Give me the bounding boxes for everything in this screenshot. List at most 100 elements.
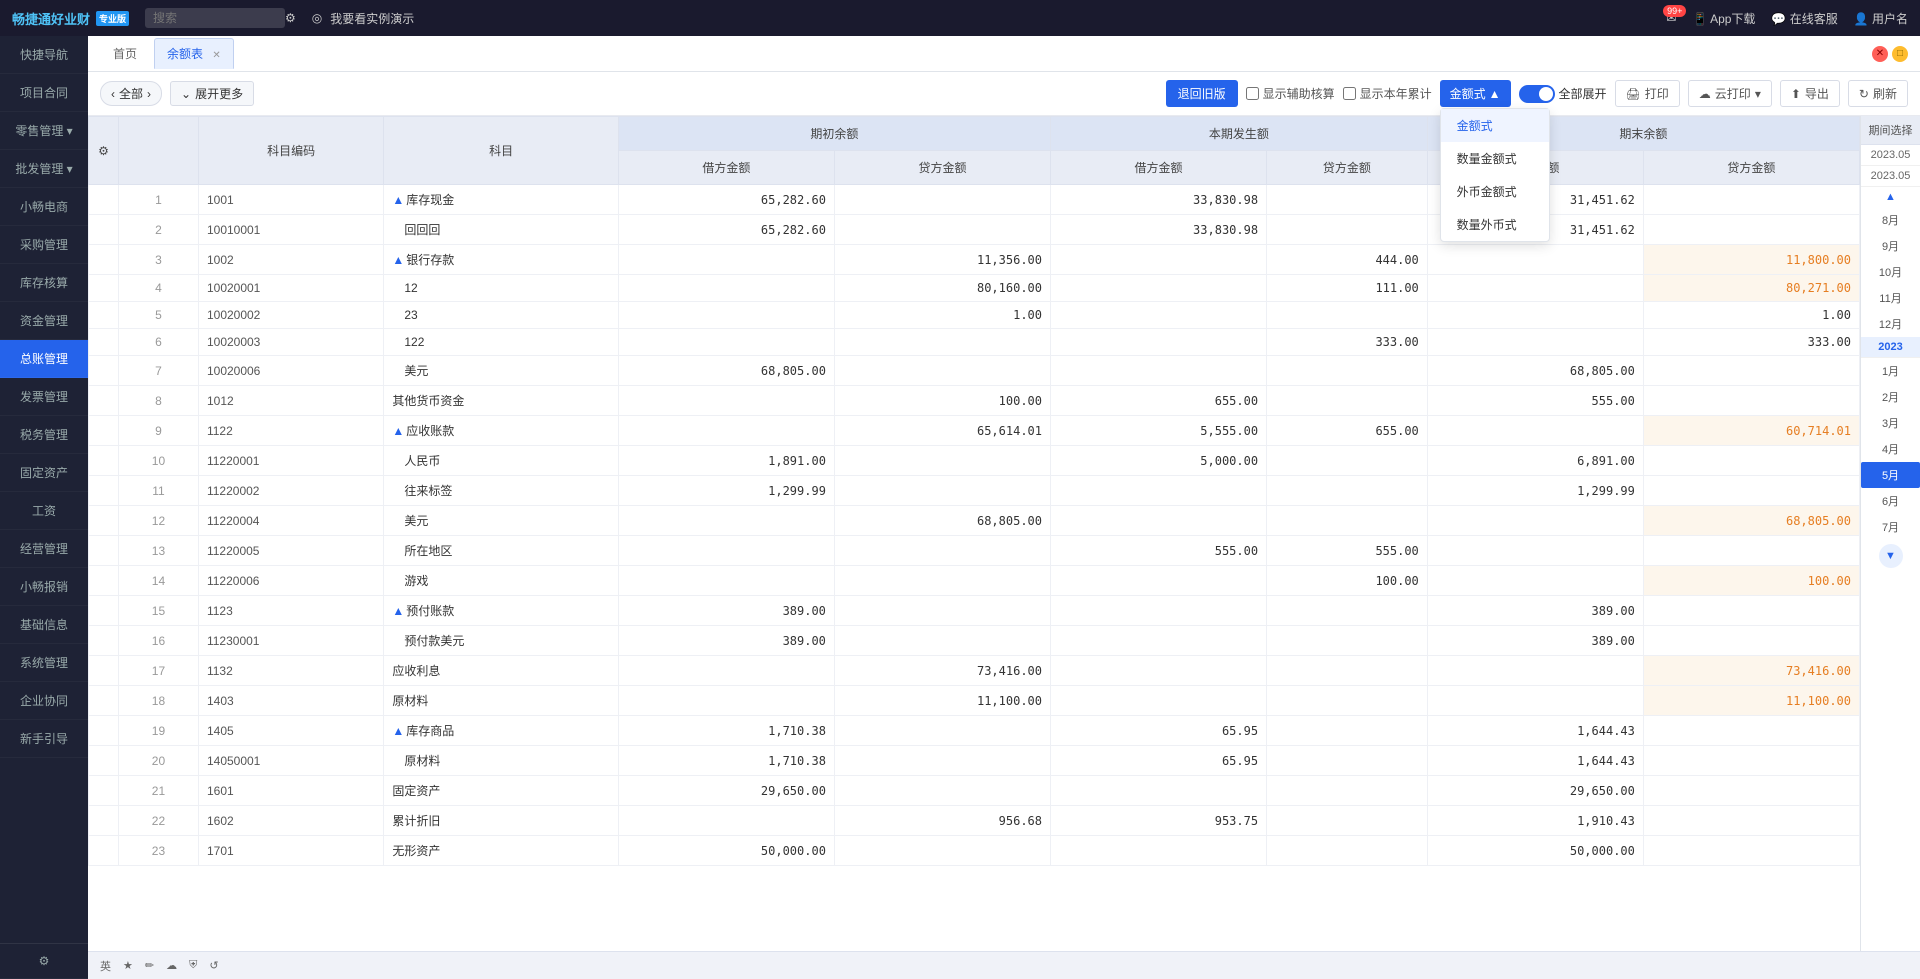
row-name[interactable]: 所在地区: [384, 536, 618, 566]
table-row[interactable]: 8 1012 其他货币资金 100.00 655.00 555.00: [89, 386, 1860, 416]
breadcrumb-all-btn[interactable]: ‹ 全部 ›: [100, 81, 162, 106]
table-row[interactable]: 9 1122 ▲应收账款 65,614.01 5,555.00 655.00 6…: [89, 416, 1860, 446]
period-month-4[interactable]: 4月: [1861, 436, 1920, 462]
sidebar-item-ledger[interactable]: 总账管理: [0, 340, 88, 378]
table-row[interactable]: 3 1002 ▲银行存款 11,356.00 444.00 11,800.00: [89, 245, 1860, 275]
sidebar-item-sales[interactable]: 小畅报销: [0, 568, 88, 606]
dropdown-item-foreign-amount[interactable]: 外币金额式: [1441, 175, 1549, 208]
row-name[interactable]: 122: [384, 329, 618, 356]
period-month-9[interactable]: 9月: [1861, 233, 1920, 259]
period-month-2[interactable]: 2月: [1861, 384, 1920, 410]
period-month-5[interactable]: 5月: [1861, 462, 1920, 488]
sidebar-item-payroll[interactable]: 工资: [0, 492, 88, 530]
row-name[interactable]: ▲库存现金: [384, 185, 618, 215]
table-row[interactable]: 18 1403 原材料 11,100.00 11,100.00: [89, 686, 1860, 716]
table-row[interactable]: 22 1602 累计折旧 956.68 953.75 1,910.43: [89, 806, 1860, 836]
table-row[interactable]: 11 11220002 往来标签 1,299.99 1,299.99: [89, 476, 1860, 506]
period-month-6[interactable]: 6月: [1861, 488, 1920, 514]
sidebar-item-business[interactable]: 经营管理: [0, 530, 88, 568]
table-row[interactable]: 17 1132 应收利息 73,416.00 73,416.00: [89, 656, 1860, 686]
period-month-12[interactable]: 12月: [1861, 311, 1920, 337]
show-ytd-checkbox[interactable]: [1343, 87, 1356, 100]
sidebar-item-retail[interactable]: 零售管理 ▾: [0, 112, 88, 150]
row-name[interactable]: 12: [384, 275, 618, 302]
dropdown-item-amount[interactable]: 金额式: [1441, 109, 1549, 142]
sidebar-item-system[interactable]: 系统管理: [0, 644, 88, 682]
bottom-icon-edit[interactable]: ✏: [145, 959, 154, 972]
print-btn[interactable]: 🖨 打印: [1615, 80, 1680, 107]
row-name[interactable]: ▲银行存款: [384, 245, 618, 275]
sidebar-item-tax[interactable]: 税务管理: [0, 416, 88, 454]
row-name[interactable]: 累计折旧: [384, 806, 618, 836]
sidebar-item-basic[interactable]: 基础信息: [0, 606, 88, 644]
sidebar-item-capital[interactable]: 资金管理: [0, 302, 88, 340]
export-btn[interactable]: ⬆ 导出: [1780, 80, 1840, 107]
row-name[interactable]: 原材料: [384, 746, 618, 776]
return-old-btn[interactable]: 退回旧版: [1166, 80, 1238, 107]
period-month-10[interactable]: 10月: [1861, 259, 1920, 285]
amount-type-btn[interactable]: 金额式 ▲: [1440, 80, 1511, 107]
tab-home[interactable]: 首页: [100, 38, 150, 69]
table-row[interactable]: 20 14050001 原材料 1,710.38 65.95 1,644.43: [89, 746, 1860, 776]
sidebar-item-project[interactable]: 项目合同: [0, 74, 88, 112]
tab-close-balance[interactable]: ✕: [212, 50, 220, 61]
bottom-icon-refresh[interactable]: ↺: [209, 959, 218, 972]
period-month-7[interactable]: 7月: [1861, 514, 1920, 540]
row-name[interactable]: 美元: [384, 356, 618, 386]
row-name[interactable]: 其他货币资金: [384, 386, 618, 416]
sidebar-item-cooperation[interactable]: 企业协同: [0, 682, 88, 720]
sidebar-item-wholesale[interactable]: 批发管理 ▾: [0, 150, 88, 188]
row-name[interactable]: ▲预付账款: [384, 596, 618, 626]
sidebar-item-inventory[interactable]: 库存核算: [0, 264, 88, 302]
show-assist-label[interactable]: 显示辅助核算: [1246, 85, 1335, 102]
sidebar-item-invoice[interactable]: 发票管理: [0, 378, 88, 416]
search-input[interactable]: [145, 8, 285, 28]
period-month-3[interactable]: 3月: [1861, 410, 1920, 436]
refresh-btn[interactable]: ↻ 刷新: [1848, 80, 1908, 107]
row-name[interactable]: 无形资产: [384, 836, 618, 866]
tab-balance[interactable]: 余额表 ✕: [154, 38, 234, 69]
table-row[interactable]: 1 1001 ▲库存现金 65,282.60 33,830.98 31,451.…: [89, 185, 1860, 215]
sidebar-item-settings[interactable]: ⚙: [0, 943, 88, 979]
sidebar-item-quick-nav[interactable]: 快捷导航: [0, 36, 88, 74]
row-name[interactable]: 游戏: [384, 566, 618, 596]
expand-all-toggle[interactable]: 全部展开: [1519, 85, 1607, 103]
notification-btn[interactable]: ✉ 99+: [1666, 11, 1676, 25]
table-row[interactable]: 7 10020006 美元 68,805.00 68,805.00: [89, 356, 1860, 386]
row-name[interactable]: 固定资产: [384, 776, 618, 806]
win-close-btn[interactable]: ✕: [1872, 46, 1888, 62]
expand-more-btn[interactable]: ⌄ 展开更多: [170, 81, 254, 106]
row-name[interactable]: 23: [384, 302, 618, 329]
th-settings[interactable]: ⚙: [89, 117, 119, 185]
sidebar-item-guide[interactable]: 新手引导: [0, 720, 88, 758]
period-nav-up[interactable]: ▲: [1861, 187, 1920, 207]
table-row[interactable]: 4 10020001 12 80,160.00 111.00 80,271.00: [89, 275, 1860, 302]
bottom-icon-lang[interactable]: 英: [100, 958, 111, 974]
row-name[interactable]: 往来标签: [384, 476, 618, 506]
sidebar-item-assets[interactable]: 固定资产: [0, 454, 88, 492]
sidebar-item-ecommerce[interactable]: 小畅电商: [0, 188, 88, 226]
win-maximize-btn[interactable]: □: [1892, 46, 1908, 62]
period-month-8[interactable]: 8月: [1861, 207, 1920, 233]
table-row[interactable]: 16 11230001 预付款美元 389.00 389.00: [89, 626, 1860, 656]
row-name[interactable]: 回回回: [384, 215, 618, 245]
bottom-icon-shield[interactable]: ⛨: [189, 959, 197, 972]
table-row[interactable]: 23 1701 无形资产 50,000.00 50,000.00: [89, 836, 1860, 866]
online-service-btn[interactable]: 💬 在线客服: [1771, 10, 1837, 27]
show-assist-checkbox[interactable]: [1246, 87, 1259, 100]
user-avatar[interactable]: 👤 用户名: [1854, 10, 1908, 27]
row-name[interactable]: 预付款美元: [384, 626, 618, 656]
table-row[interactable]: 15 1123 ▲预付账款 389.00 389.00: [89, 596, 1860, 626]
bottom-icon-cloud[interactable]: ☁: [166, 959, 177, 972]
table-row[interactable]: 13 11220005 所在地区 555.00 555.00: [89, 536, 1860, 566]
settings-icon[interactable]: ⚙: [285, 11, 296, 25]
table-row[interactable]: 10 11220001 人民币 1,891.00 5,000.00 6,891.…: [89, 446, 1860, 476]
bottom-icon-star[interactable]: ★: [123, 959, 133, 972]
period-month-1[interactable]: 1月: [1861, 358, 1920, 384]
period-nav-down[interactable]: ▼: [1879, 544, 1903, 568]
row-name[interactable]: 应收利息: [384, 656, 618, 686]
dropdown-item-qty-foreign[interactable]: 数量外币式: [1441, 208, 1549, 241]
period-month-11[interactable]: 11月: [1861, 285, 1920, 311]
sidebar-item-purchase[interactable]: 采购管理: [0, 226, 88, 264]
table-row[interactable]: 21 1601 固定资产 29,650.00 29,650.00: [89, 776, 1860, 806]
